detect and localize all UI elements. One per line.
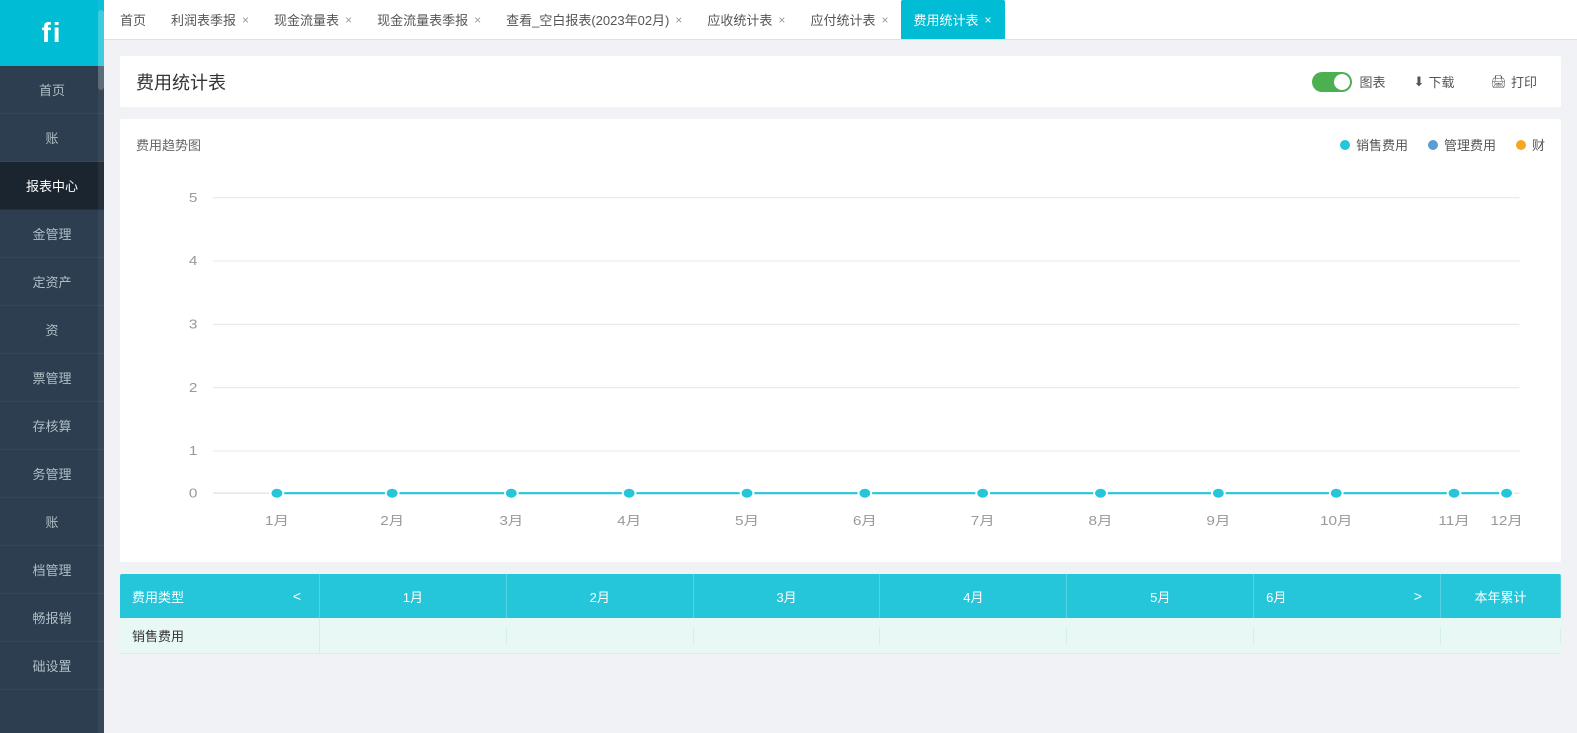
td-val-3 bbox=[694, 628, 881, 644]
chart-title: 费用趋势图 bbox=[136, 135, 201, 154]
svg-text:9月: 9月 bbox=[1206, 513, 1230, 527]
chart-toggle-switch[interactable] bbox=[1312, 72, 1352, 92]
tab-close-cashflow-quarterly[interactable]: × bbox=[474, 14, 481, 26]
sidebar-item-service[interactable]: 务管理 bbox=[0, 450, 104, 498]
sidebar-item-file[interactable]: 档管理 bbox=[0, 546, 104, 594]
svg-text:10月: 10月 bbox=[1320, 513, 1352, 527]
tab-close-payable[interactable]: × bbox=[881, 14, 888, 26]
download-button[interactable]: ⬇ 下载 bbox=[1406, 68, 1463, 95]
sidebar-item-fund-management[interactable]: 金管理 bbox=[0, 210, 104, 258]
svg-text:5月: 5月 bbox=[735, 513, 759, 527]
svg-text:1: 1 bbox=[189, 444, 198, 458]
th-month-2: 2月 bbox=[507, 574, 694, 618]
header-actions: 图表 ⬇ 下载 🖨 打印 bbox=[1312, 68, 1545, 95]
tab-close-profit-quarterly[interactable]: × bbox=[242, 14, 249, 26]
tab-receivable[interactable]: 应收统计表 × bbox=[695, 0, 798, 40]
sidebar-item-ledger[interactable]: 账 bbox=[0, 498, 104, 546]
svg-text:7月: 7月 bbox=[971, 513, 995, 527]
td-val-6 bbox=[1254, 628, 1441, 644]
svg-text:1月: 1月 bbox=[265, 513, 289, 527]
sidebar-item-account[interactable]: 账 bbox=[0, 114, 104, 162]
svg-text:3月: 3月 bbox=[499, 513, 523, 527]
tab-blank-report[interactable]: 查看_空白报表(2023年02月) × bbox=[494, 0, 695, 40]
legend-management-dot bbox=[1428, 140, 1438, 150]
chart-toggle-label: 图表 bbox=[1360, 72, 1386, 91]
app-logo: fi bbox=[0, 0, 104, 66]
th-month-4: 4月 bbox=[880, 574, 1067, 618]
svg-text:2月: 2月 bbox=[380, 513, 404, 527]
table-nav-prev[interactable]: < bbox=[287, 588, 307, 604]
td-total bbox=[1441, 628, 1561, 644]
td-val-2 bbox=[507, 628, 694, 644]
svg-text:4: 4 bbox=[189, 254, 198, 268]
svg-text:12月: 12月 bbox=[1490, 513, 1522, 527]
svg-text:4月: 4月 bbox=[617, 513, 641, 527]
td-val-5 bbox=[1067, 628, 1254, 644]
td-val-1 bbox=[320, 628, 507, 644]
sidebar-scrollbar-thumb[interactable] bbox=[98, 10, 104, 90]
tab-cashflow-quarterly[interactable]: 现金流量表季报 × bbox=[365, 0, 494, 40]
sidebar-scrollbar[interactable] bbox=[98, 0, 104, 733]
svg-text:5: 5 bbox=[189, 190, 198, 204]
tab-close-cashflow[interactable]: × bbox=[345, 14, 352, 26]
legend-management: 管理费用 bbox=[1428, 135, 1496, 154]
legend-finance: 财 bbox=[1516, 135, 1545, 154]
legend-sales: 销售费用 bbox=[1340, 135, 1408, 154]
sidebar-item-settings[interactable]: 础设置 bbox=[0, 642, 104, 690]
page-title: 费用统计表 bbox=[136, 69, 226, 95]
svg-text:11月: 11月 bbox=[1438, 513, 1469, 527]
legend-sales-label: 销售费用 bbox=[1356, 135, 1408, 154]
th-type: 费用类型 < bbox=[120, 574, 320, 618]
td-type: 销售费用 bbox=[120, 618, 320, 653]
sidebar-item-report-center[interactable]: 报表中心 bbox=[0, 162, 104, 210]
chart-svg-wrapper: 5 4 3 2 1 0 bbox=[136, 166, 1545, 546]
main-area: 首页 利润表季报 × 现金流量表 × 现金流量表季报 × 查看_空白报表(202… bbox=[104, 0, 1577, 733]
tab-home[interactable]: 首页 bbox=[108, 0, 159, 40]
th-total: 本年累计 bbox=[1441, 574, 1561, 618]
legend-sales-dot bbox=[1340, 140, 1350, 150]
sidebar-item-invoice[interactable]: 票管理 bbox=[0, 354, 104, 402]
th-month-1: 1月 bbox=[320, 574, 507, 618]
th-month-3: 3月 bbox=[694, 574, 881, 618]
svg-text:0: 0 bbox=[189, 486, 198, 500]
tab-bar: 首页 利润表季报 × 现金流量表 × 现金流量表季报 × 查看_空白报表(202… bbox=[104, 0, 1577, 40]
tab-close-blank-report[interactable]: × bbox=[675, 14, 682, 26]
content-area: 费用统计表 图表 ⬇ 下载 🖨 打印 费用趋势图 bbox=[104, 40, 1577, 733]
th-month-6: 6月 > bbox=[1254, 574, 1441, 618]
print-icon: 🖨 bbox=[1490, 74, 1507, 90]
table-row: 销售费用 bbox=[120, 618, 1561, 654]
chart-header: 费用趋势图 销售费用 管理费用 财 bbox=[136, 135, 1545, 154]
sidebar-item-payroll[interactable]: 资 bbox=[0, 306, 104, 354]
table-header: 费用类型 < 1月 2月 3月 4月 5月 bbox=[120, 574, 1561, 618]
table-nav-next[interactable]: > bbox=[1408, 588, 1428, 604]
chart-svg: 5 4 3 2 1 0 bbox=[136, 166, 1545, 546]
svg-text:6月: 6月 bbox=[853, 513, 877, 527]
sidebar-item-fixed-assets[interactable]: 定资产 bbox=[0, 258, 104, 306]
th-month-5: 5月 bbox=[1067, 574, 1254, 618]
legend-finance-label: 财 bbox=[1532, 135, 1545, 154]
legend-management-label: 管理费用 bbox=[1444, 135, 1496, 154]
expense-table: 费用类型 < 1月 2月 3月 4月 5月 bbox=[120, 574, 1561, 654]
td-val-4 bbox=[880, 628, 1067, 644]
sidebar-item-home[interactable]: 首页 bbox=[0, 66, 104, 114]
sidebar-item-inventory[interactable]: 存核算 bbox=[0, 402, 104, 450]
sidebar-item-expense-reimburse[interactable]: 畅报销 bbox=[0, 594, 104, 642]
tab-expense[interactable]: 费用统计表 × bbox=[901, 0, 1004, 40]
legend-finance-dot bbox=[1516, 140, 1526, 150]
tab-close-expense[interactable]: × bbox=[984, 14, 991, 26]
svg-text:3: 3 bbox=[189, 317, 198, 331]
chart-legend: 销售费用 管理费用 财 bbox=[1340, 135, 1545, 154]
chart-container: 费用趋势图 销售费用 管理费用 财 bbox=[120, 119, 1561, 562]
svg-text:8月: 8月 bbox=[1089, 513, 1113, 527]
tab-payable[interactable]: 应付统计表 × bbox=[798, 0, 901, 40]
page-header: 费用统计表 图表 ⬇ 下载 🖨 打印 bbox=[120, 56, 1561, 107]
print-button[interactable]: 🖨 打印 bbox=[1482, 68, 1545, 95]
tab-close-receivable[interactable]: × bbox=[778, 14, 785, 26]
svg-text:2: 2 bbox=[189, 380, 198, 394]
tab-cashflow[interactable]: 现金流量表 × bbox=[262, 0, 365, 40]
chart-toggle-group: 图表 bbox=[1312, 72, 1386, 92]
download-icon: ⬇ bbox=[1414, 74, 1425, 90]
tab-profit-quarterly[interactable]: 利润表季报 × bbox=[159, 0, 262, 40]
sidebar: fi 首页 账 报表中心 金管理 定资产 资 票管理 存核算 务管理 账 档管理… bbox=[0, 0, 104, 733]
